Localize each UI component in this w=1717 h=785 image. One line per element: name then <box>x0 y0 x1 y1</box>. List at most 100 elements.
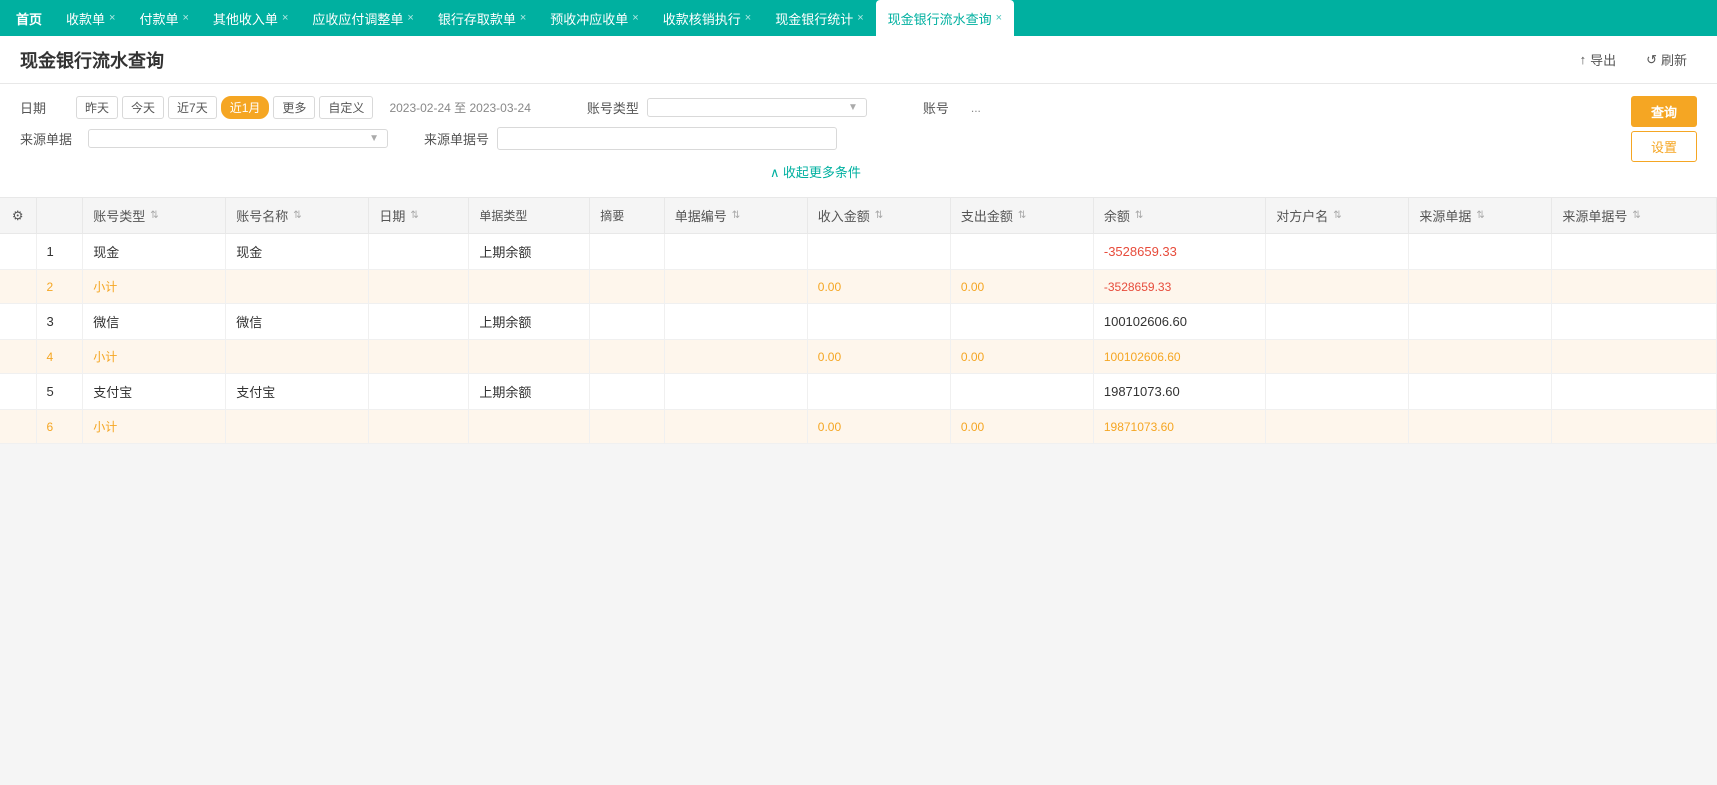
nav-item-home[interactable]: 首页 <box>4 0 54 36</box>
table-cell <box>590 340 665 374</box>
table-cell: 现金 <box>83 234 226 270</box>
table-cell: 0.00 <box>807 340 950 374</box>
account-type-select[interactable]: ▼ <box>647 98 867 117</box>
table-cell <box>1409 234 1552 270</box>
table-cell <box>590 410 665 444</box>
table-cell <box>664 270 807 304</box>
table-cell: 支付宝 <box>83 374 226 410</box>
table-row: 3微信微信上期余额100102606.60 <box>0 304 1717 340</box>
table-cell: 上期余额 <box>469 234 590 270</box>
col-account-type: 账号类型 ⇅ <box>83 198 226 234</box>
table-wrapper: ⚙ 账号类型 ⇅ 账号名称 ⇅ 日期 <box>0 198 1717 444</box>
source-doc-select[interactable]: ▼ <box>88 129 388 148</box>
col-gear-cell <box>0 234 36 270</box>
nav-close-receipt[interactable]: × <box>109 12 115 24</box>
table-cell <box>1409 270 1552 304</box>
table-cell <box>1409 340 1552 374</box>
nav-close-advance-offset[interactable]: × <box>632 12 638 24</box>
nav-close-cash-bank-stat[interactable]: × <box>857 12 863 24</box>
nav-close-bank-deposit[interactable]: × <box>520 12 526 24</box>
date-btn-昨天[interactable]: 昨天 <box>76 96 118 119</box>
table-cell <box>369 234 469 270</box>
nav-item-ar-adjustment[interactable]: 应收应付调整单× <box>300 0 425 36</box>
table-body: 1现金现金上期余额-3528659.332小计0.000.00-3528659.… <box>0 234 1717 444</box>
col-gear-cell <box>0 340 36 374</box>
date-label: 日期 <box>20 98 60 117</box>
sort-doc-no-icon[interactable]: ⇅ <box>732 210 740 221</box>
sort-account-type-icon[interactable]: ⇅ <box>150 210 158 221</box>
export-button[interactable]: ↑ 导出 <box>1570 46 1627 73</box>
refresh-button[interactable]: ↺ 刷新 <box>1636 46 1697 73</box>
sort-account-name-icon[interactable]: ⇅ <box>293 210 301 221</box>
page-header: 现金银行流水查询 ↑ 导出 ↺ 刷新 <box>0 36 1717 84</box>
nav-close-cash-bank-flow[interactable]: × <box>996 12 1002 24</box>
date-btn-今天[interactable]: 今天 <box>122 96 164 119</box>
table-cell <box>1266 304 1409 340</box>
date-btn-近7天[interactable]: 近7天 <box>168 96 217 119</box>
nav-item-other-income[interactable]: 其他收入单× <box>201 0 300 36</box>
table-cell: 4 <box>36 340 83 374</box>
col-source-doc-no: 来源单据号 ⇅ <box>1552 198 1717 234</box>
table-cell: 上期余额 <box>469 374 590 410</box>
sort-counterparty-icon[interactable]: ⇅ <box>1333 210 1341 221</box>
table-cell <box>469 410 590 444</box>
table-cell <box>1409 410 1552 444</box>
sort-date-icon[interactable]: ⇅ <box>410 210 418 221</box>
table-cell: 微信 <box>226 304 369 340</box>
table-cell <box>807 304 950 340</box>
nav-item-receipt-verify[interactable]: 收款核销执行× <box>651 0 763 36</box>
nav-item-bank-deposit[interactable]: 银行存取款单× <box>426 0 538 36</box>
date-btn-近1月[interactable]: 近1月 <box>221 96 270 119</box>
nav-close-payment[interactable]: × <box>182 12 188 24</box>
table-cell <box>1266 374 1409 410</box>
nav-item-advance-offset[interactable]: 预收冲应收单× <box>538 0 650 36</box>
table-cell <box>1266 234 1409 270</box>
sort-income-icon[interactable]: ⇅ <box>875 210 883 221</box>
table-cell <box>590 270 665 304</box>
source-doc-label: 来源单据 <box>20 129 72 148</box>
table-cell: 小计 <box>83 270 226 304</box>
table-cell: 6 <box>36 410 83 444</box>
table-cell: 3 <box>36 304 83 340</box>
table-cell <box>950 374 1093 410</box>
nav-close-other-income[interactable]: × <box>282 12 288 24</box>
account-label: 账号 <box>923 98 963 117</box>
sort-source-doc-no-icon[interactable]: ⇅ <box>1632 210 1640 221</box>
gear-icon: ⚙ <box>12 208 24 223</box>
table-cell <box>369 410 469 444</box>
account-more[interactable]: ... <box>971 101 981 115</box>
nav-close-receipt-verify[interactable]: × <box>745 12 751 24</box>
nav-item-receipt[interactable]: 收款单× <box>54 0 127 36</box>
col-gear-cell <box>0 270 36 304</box>
sort-source-doc-icon[interactable]: ⇅ <box>1476 210 1484 221</box>
table-cell <box>950 234 1093 270</box>
table-cell: 微信 <box>83 304 226 340</box>
filter-right-buttons: 查询 设置 <box>1631 96 1697 162</box>
nav-item-cash-bank-flow[interactable]: 现金银行流水查询× <box>876 0 1014 36</box>
collapse-bar[interactable]: ∧ 收起更多条件 <box>20 158 1611 185</box>
sort-expense-icon[interactable]: ⇅ <box>1018 210 1026 221</box>
table-cell <box>469 270 590 304</box>
settings-button[interactable]: 设置 <box>1631 131 1697 162</box>
table-cell: 小计 <box>83 340 226 374</box>
balance-cell: 100102606.60 <box>1093 340 1265 374</box>
col-gear-cell <box>0 374 36 410</box>
nav-close-ar-adjustment[interactable]: × <box>407 12 413 24</box>
nav-item-payment[interactable]: 付款单× <box>127 0 200 36</box>
col-summary: 摘要 <box>590 198 665 234</box>
balance-cell: -3528659.33 <box>1093 234 1265 270</box>
balance-cell: 19871073.60 <box>1093 374 1265 410</box>
date-btn-自定义[interactable]: 自定义 <box>319 96 373 119</box>
col-gear[interactable]: ⚙ <box>0 198 36 234</box>
nav-item-cash-bank-stat[interactable]: 现金银行统计× <box>763 0 875 36</box>
date-btn-更多[interactable]: 更多 <box>273 96 315 119</box>
query-button[interactable]: 查询 <box>1631 96 1697 127</box>
col-balance: 余额 ⇅ <box>1093 198 1265 234</box>
table-cell <box>226 340 369 374</box>
source-doc-no-input[interactable] <box>497 127 837 150</box>
col-expense: 支出金额 ⇅ <box>950 198 1093 234</box>
table-cell <box>664 234 807 270</box>
sort-balance-icon[interactable]: ⇅ <box>1135 210 1143 221</box>
col-account-name: 账号名称 ⇅ <box>226 198 369 234</box>
table-cell <box>1409 304 1552 340</box>
